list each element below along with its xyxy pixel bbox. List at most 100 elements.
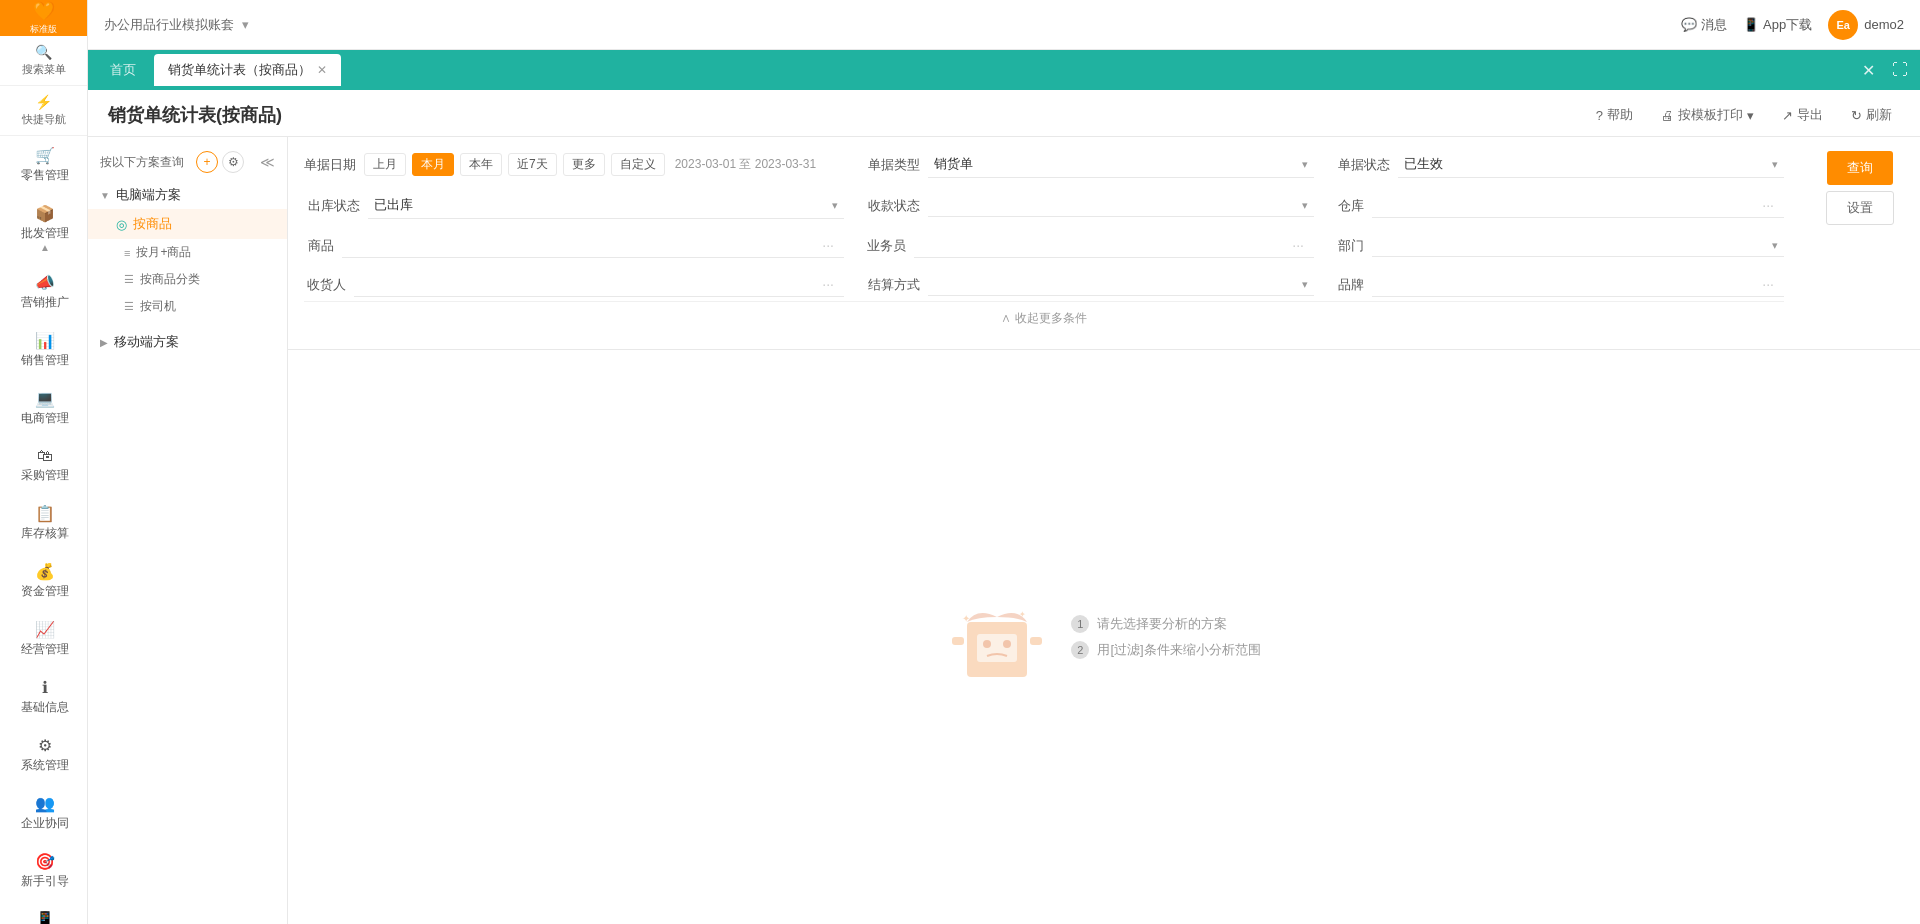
marketing-icon: 📣 (35, 273, 55, 292)
goods-field: 商品 ··· (304, 233, 844, 258)
export-btn[interactable]: ↗ 导出 (1774, 102, 1831, 128)
tabbar: 首页 销货单统计表（按商品） ✕ ✕ ⛶ (88, 50, 1920, 90)
app-logo: 🧡 标准版 (0, 0, 87, 36)
receiver-dots-icon[interactable]: ··· (822, 276, 834, 292)
date-btn-7days[interactable]: 近7天 (508, 153, 557, 176)
sidebar-item-marketing[interactable]: 📣 营销推广 (0, 263, 87, 321)
sidebar-item-enterprise-collab[interactable]: 👥 企业协同 (0, 784, 87, 842)
sidebar-item-basic-info[interactable]: ℹ 基础信息 (0, 668, 87, 726)
brand-field: 品牌 ··· (1334, 272, 1784, 297)
warehouse-select[interactable]: ··· (1372, 193, 1784, 218)
user-info[interactable]: Ea demo2 (1828, 10, 1904, 40)
sidebar-item-ecommerce[interactable]: 💻 电商管理 (0, 379, 87, 437)
salesperson-field: 业务员 ··· (864, 233, 1314, 258)
sidebar-item-operations[interactable]: 📈 经营管理 (0, 610, 87, 668)
warehouse-dots-icon[interactable]: ··· (1762, 197, 1774, 213)
receiver-label: 收货人 (304, 276, 346, 294)
brand-dots-icon[interactable]: ··· (1762, 276, 1774, 292)
help-btn[interactable]: ? 帮助 (1588, 102, 1641, 128)
messages-btn[interactable]: 💬 消息 (1681, 16, 1727, 34)
settings-button[interactable]: 设置 (1826, 191, 1894, 225)
tip-num-2: 2 (1071, 641, 1089, 659)
mobile-group-expand-icon: ▶ (100, 337, 108, 348)
brand-select[interactable]: ··· (1372, 272, 1784, 297)
doc-type-select[interactable]: 销货单 ▾ (928, 151, 1314, 178)
app-download-btn[interactable]: 📱 App下载 (1743, 16, 1812, 34)
desktop-group-title[interactable]: ▼ 电脑端方案 (88, 181, 287, 209)
out-status-field: 出库状态 已出库 ▾ (304, 192, 844, 219)
dropdown-arrow[interactable]: ▾ (242, 17, 249, 32)
sidebar-item-finance[interactable]: 💰 资金管理 (0, 552, 87, 610)
sidebar-item-quick-nav[interactable]: ⚡ 快捷导航 (0, 86, 87, 136)
desktop-scheme-group: ▼ 电脑端方案 ◎ 按商品 ≡ 按月+商品 ☰ (88, 177, 287, 324)
scheme-item-by-product[interactable]: ◎ 按商品 (88, 209, 287, 239)
salesperson-select[interactable]: ··· (914, 233, 1314, 258)
sidebar-item-app-center[interactable]: 📱 应用中心 (0, 900, 87, 924)
tab-home[interactable]: 首页 (96, 54, 150, 86)
sidebar-item-system[interactable]: ⚙ 系统管理 (0, 726, 87, 784)
date-btn-last-month[interactable]: 上月 (364, 153, 406, 176)
sidebar-item-retail[interactable]: 🛒 零售管理 (0, 136, 87, 194)
filter-row-4: 收货人 ··· 结算方式 (304, 272, 1784, 297)
basic-info-icon: ℹ (42, 678, 48, 697)
date-range-text: 2023-03-01 至 2023-03-31 (675, 156, 816, 173)
sidebar-item-new-guide[interactable]: 🎯 新手引导 (0, 842, 87, 900)
tab-sales-stats[interactable]: 销货单统计表（按商品） ✕ (154, 54, 341, 86)
collapse-panel-btn[interactable]: ≪ (260, 154, 275, 170)
add-scheme-btn[interactable]: + (196, 151, 218, 173)
retail-icon: 🛒 (35, 146, 55, 165)
receiver-field: 收货人 ··· (304, 272, 844, 297)
page-header: 销货单统计表(按商品) ? 帮助 🖨 按模板打印 ▾ ↗ 导出 (88, 90, 1920, 137)
out-status-select[interactable]: 已出库 ▾ (368, 192, 844, 219)
receipt-status-select[interactable]: ▾ (928, 195, 1314, 217)
date-btn-more[interactable]: 更多 (563, 153, 605, 176)
out-status-arrow-icon: ▾ (832, 199, 838, 212)
date-btn-this-month[interactable]: 本月 (412, 153, 454, 176)
scheme-subitem-by-cashier[interactable]: ☰ 按司机 (88, 293, 287, 320)
sidebar-item-wholesale[interactable]: 📦 批发管理 ▲ (0, 194, 87, 263)
date-btn-this-year[interactable]: 本年 (460, 153, 502, 176)
print-icon: 🖨 (1661, 108, 1674, 123)
collapse-more-btn[interactable]: ∧ 收起更多条件 (304, 301, 1784, 335)
goods-select[interactable]: ··· (342, 233, 844, 258)
department-select[interactable]: ▾ (1372, 235, 1784, 257)
by-product-category-icon: ☰ (124, 273, 134, 286)
refresh-btn[interactable]: ↻ 刷新 (1843, 102, 1900, 128)
scheme-subitem-by-month-product[interactable]: ≡ 按月+商品 (88, 239, 287, 266)
sidebar-item-procurement[interactable]: 🛍 采购管理 (0, 437, 87, 494)
template-print-btn[interactable]: 🖨 按模板打印 ▾ (1653, 102, 1762, 128)
mobile-scheme-group: ▶ 移动端方案 (88, 324, 287, 360)
receiver-select[interactable]: ··· (354, 272, 844, 297)
mobile-group-title[interactable]: ▶ 移动端方案 (88, 328, 287, 356)
scheme-panel-title: 按以下方案查询 (100, 154, 184, 171)
sidebar-item-inventory[interactable]: 📋 库存核算 (0, 494, 87, 552)
export-icon: ↗ (1782, 108, 1793, 123)
filter-right-content: 单据日期 上月 本月 本年 近7天 更多 自定义 2023-03-01 至 20… (288, 137, 1920, 924)
operations-icon: 📈 (35, 620, 55, 639)
sidebar-item-search[interactable]: 🔍 搜索菜单 (0, 36, 87, 86)
query-button[interactable]: 查询 (1827, 151, 1893, 185)
content-area: 销货单统计表(按商品) ? 帮助 🖨 按模板打印 ▾ ↗ 导出 (88, 90, 1920, 924)
topbar-right: 💬 消息 📱 App下载 Ea demo2 (1681, 10, 1904, 40)
doc-type-field: 单据类型 销货单 ▾ (864, 151, 1314, 178)
tab-close-window-icon[interactable]: ✕ (1856, 58, 1880, 82)
doc-type-label: 单据类型 (864, 156, 920, 174)
settings-scheme-btn[interactable]: ⚙ (222, 151, 244, 173)
salesperson-dots-icon[interactable]: ··· (1292, 237, 1304, 253)
download-icon: 📱 (1743, 17, 1759, 32)
page-panel: 销货单统计表(按商品) ? 帮助 🖨 按模板打印 ▾ ↗ 导出 (88, 90, 1920, 924)
date-btn-custom[interactable]: 自定义 (611, 153, 665, 176)
settlement-select[interactable]: ▾ (928, 274, 1314, 296)
doc-status-select[interactable]: 已生效 ▾ (1398, 151, 1784, 178)
warehouse-label: 仓库 (1334, 197, 1364, 215)
sidebar-item-sales[interactable]: 📊 销售管理 (0, 321, 87, 379)
finance-icon: 💰 (35, 562, 55, 581)
goods-dots-icon[interactable]: ··· (822, 237, 834, 253)
tabbar-controls: ✕ ⛶ (1856, 58, 1912, 82)
tab-maximize-icon[interactable]: ⛶ (1888, 58, 1912, 82)
scheme-subitem-by-product-category[interactable]: ☰ 按商品分类 (88, 266, 287, 293)
tab-close-icon[interactable]: ✕ (317, 63, 327, 77)
industry-label: 办公用品行业模拟账套 (104, 16, 234, 34)
svg-rect-5 (1030, 637, 1042, 645)
department-arrow-icon: ▾ (1772, 239, 1778, 252)
